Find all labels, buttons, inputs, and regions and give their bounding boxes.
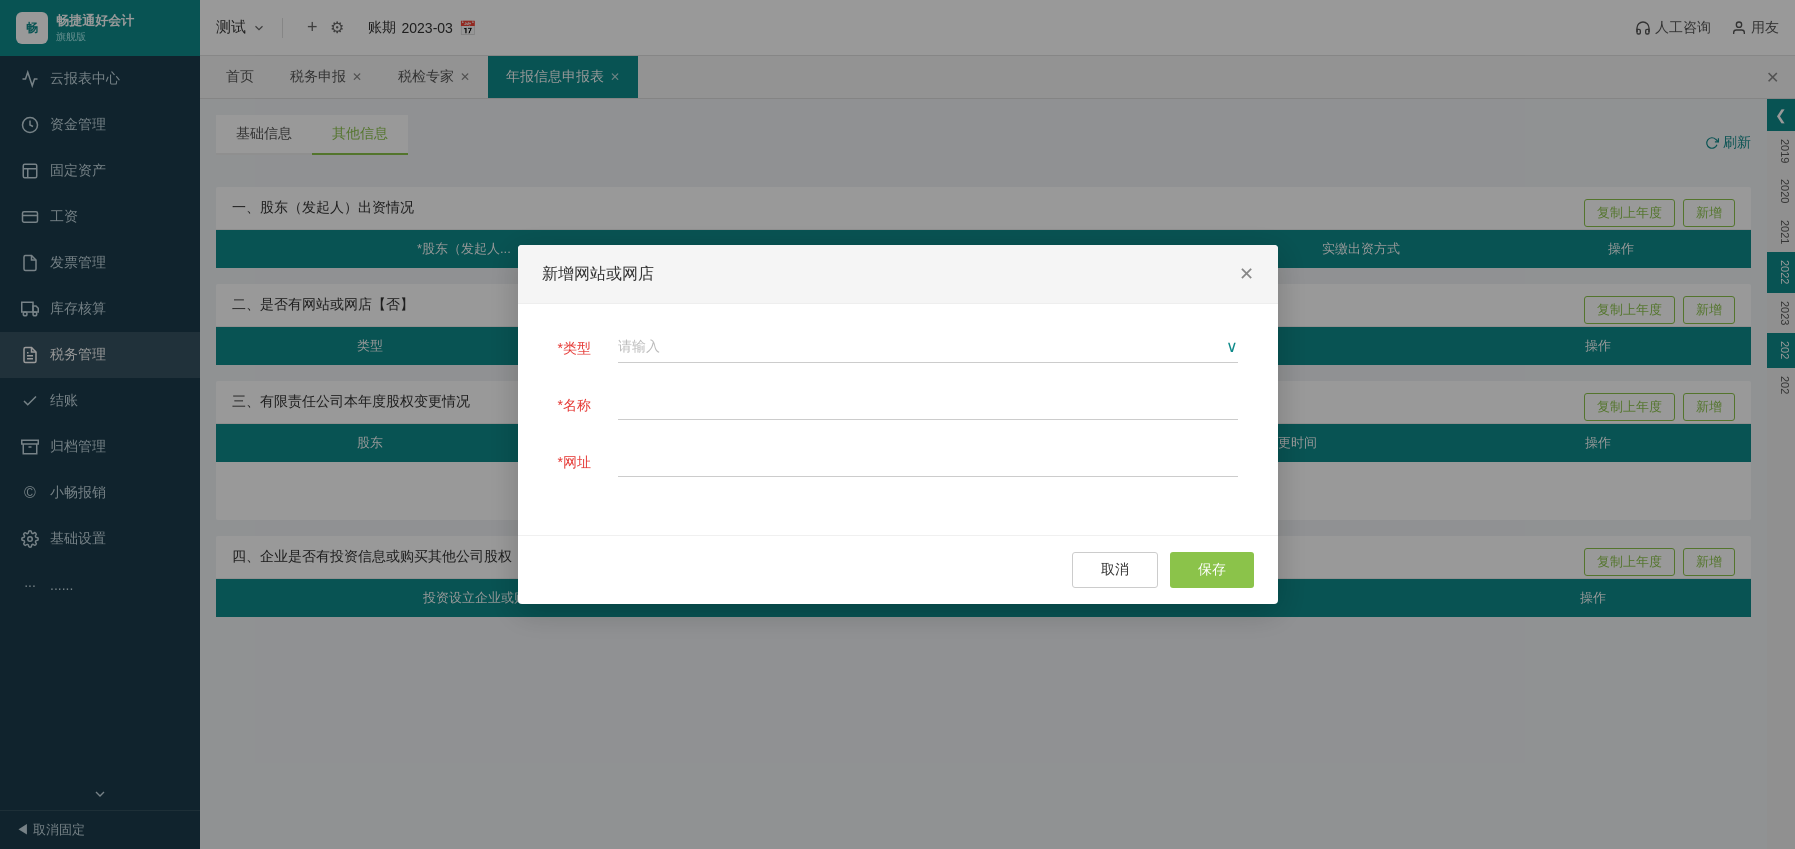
- url-field: *网址: [558, 448, 1238, 477]
- type-input[interactable]: [618, 334, 1226, 358]
- dialog-footer: 取消 保存: [518, 535, 1278, 604]
- dialog-header: 新增网站或网店 ✕: [518, 245, 1278, 304]
- url-label: *网址: [558, 454, 618, 472]
- url-input[interactable]: [618, 448, 1238, 472]
- name-input[interactable]: [618, 391, 1238, 415]
- name-label: *名称: [558, 397, 618, 415]
- type-dropdown-arrow[interactable]: ∨: [1226, 337, 1238, 356]
- dialog-close-button[interactable]: ✕: [1239, 263, 1254, 285]
- type-field: *类型 ∨: [558, 334, 1238, 363]
- name-field: *名称: [558, 391, 1238, 420]
- dialog-title: 新增网站或网店: [542, 264, 654, 285]
- name-input-wrap: [618, 391, 1238, 420]
- url-input-wrap: [618, 448, 1238, 477]
- cancel-button[interactable]: 取消: [1072, 552, 1158, 588]
- dialog-body: *类型 ∨ *名称 *网址: [518, 304, 1278, 535]
- type-input-wrap: ∨: [618, 334, 1238, 363]
- dialog-overlay: 新增网站或网店 ✕ *类型 ∨ *名称: [0, 0, 1795, 849]
- save-button[interactable]: 保存: [1170, 552, 1254, 588]
- add-website-dialog: 新增网站或网店 ✕ *类型 ∨ *名称: [518, 245, 1278, 604]
- type-label: *类型: [558, 340, 618, 358]
